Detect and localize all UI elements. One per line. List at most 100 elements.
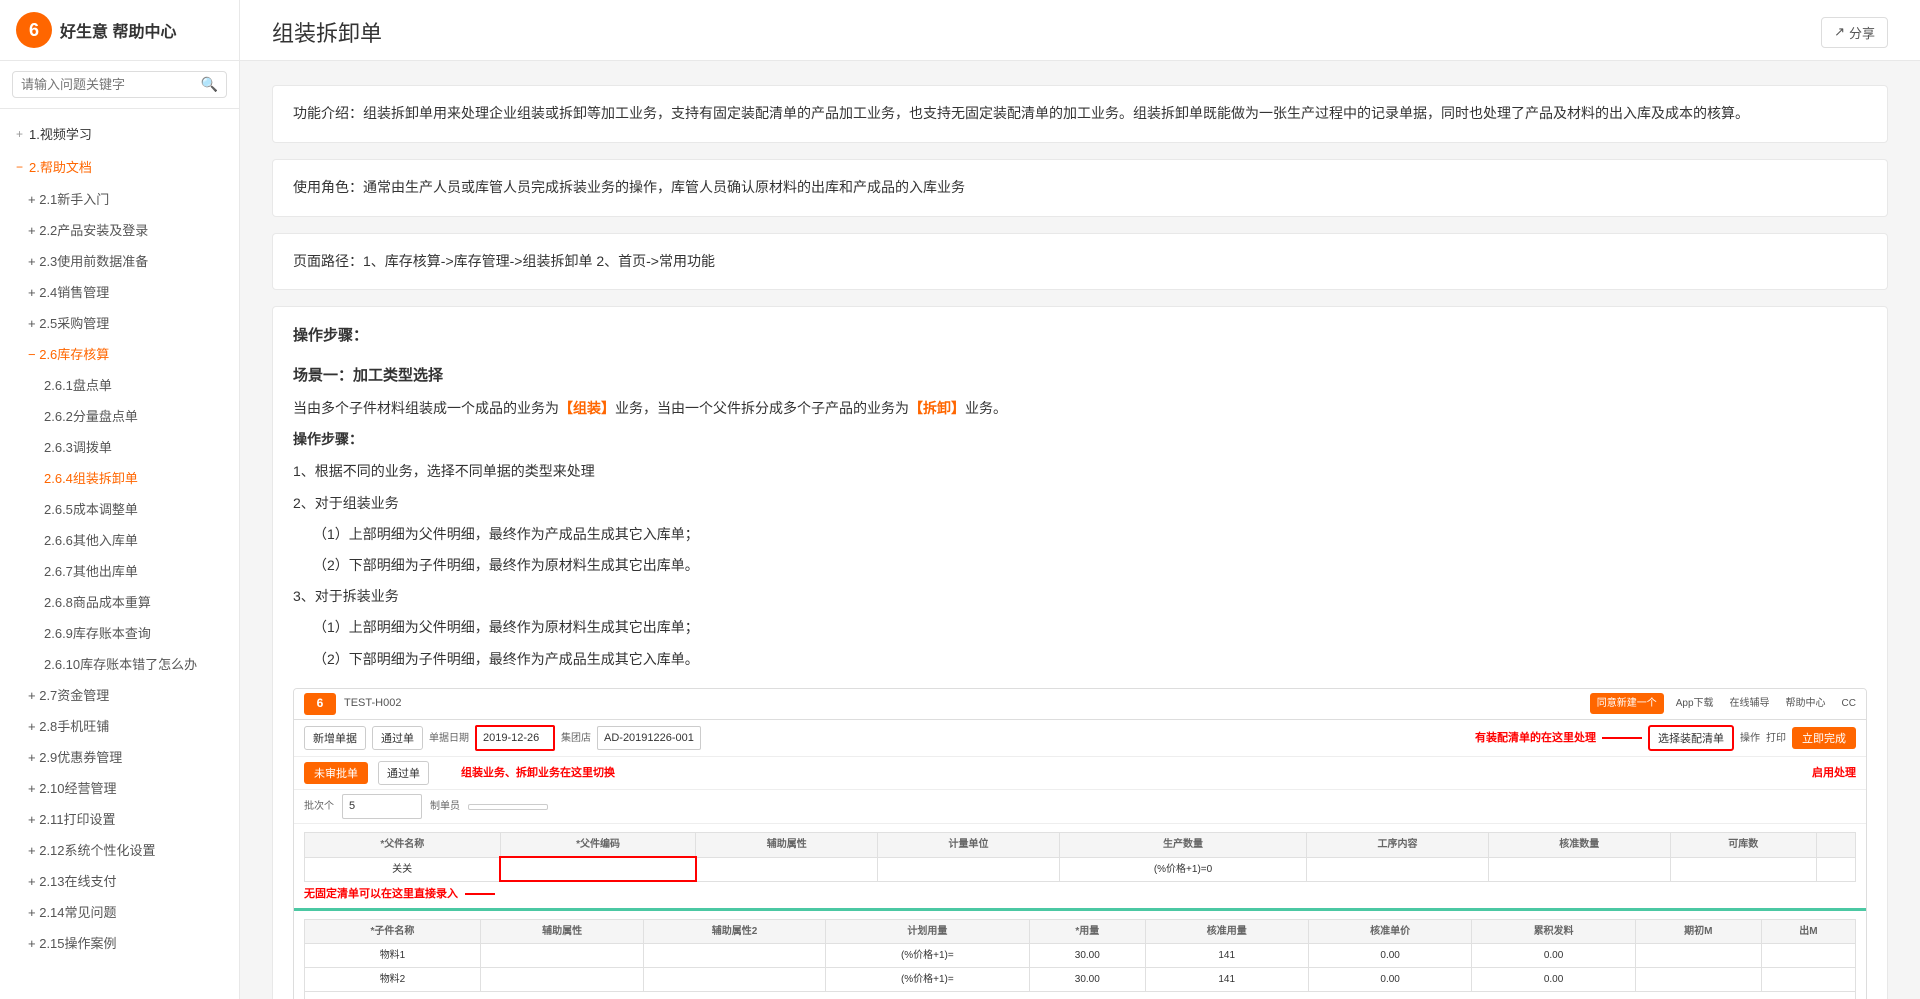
mock-child-table: *子件名称 辅助属性 辅助属性2 计划用量 *用量 核准用量 核准单价 累积发料… bbox=[304, 919, 1856, 999]
mock-online-coach: 在线辅导 bbox=[1730, 695, 1770, 712]
mock-child-cell-0-6: 0.00 bbox=[1308, 943, 1471, 967]
intro-text-3: 页面路径：1、库存核算->库存管理->组装拆卸单 2、首页->常用功能 bbox=[293, 253, 715, 269]
sidebar-item-2-10-prefix: + bbox=[28, 781, 39, 796]
zuzhuang-link: 【组装】 bbox=[559, 400, 615, 416]
intro-block-2: 使用角色：通常由生产人员或库管人员完成拆装业务的操作，库管人员确认原材料的出库和… bbox=[272, 159, 1888, 217]
sidebar-item-2-4[interactable]: + 2.4销售管理 bbox=[28, 276, 239, 307]
sidebar-item-2-6-5[interactable]: 2.6.5成本调整单 bbox=[44, 493, 239, 524]
sidebar-item-1-prefix: + bbox=[16, 127, 23, 141]
sidebar-item-2-6-3[interactable]: 2.6.3调拨单 bbox=[44, 431, 239, 462]
logo-text: 好生意 帮助中心 bbox=[60, 18, 176, 42]
mock-logo: 6 bbox=[304, 693, 336, 715]
mock-child-row-2 bbox=[305, 991, 1856, 999]
mock-child-row-0: 物料1 (%价格+1)= 30.00 141 0.00 0.00 bbox=[305, 943, 1856, 967]
mock-parent-cell-unit bbox=[878, 857, 1060, 881]
search-icon[interactable]: 🔍 bbox=[201, 76, 218, 93]
mock-parent-th-4: 生产数量 bbox=[1059, 833, 1306, 858]
sidebar-item-2-15[interactable]: + 2.15操作案例 bbox=[28, 927, 239, 958]
sidebar-item-2-9[interactable]: + 2.9优惠券管理 bbox=[28, 741, 239, 772]
mock-btn-new-order[interactable]: 同意新建一个 bbox=[1590, 693, 1664, 714]
mock-child-cell-1-4: 30.00 bbox=[1030, 967, 1145, 991]
mock-child-cell-0-0: 物料1 bbox=[305, 943, 481, 967]
sidebar-item-2-6-10[interactable]: 2.6.10库存账本错了怎么办 bbox=[44, 648, 239, 679]
mock-child-cell-0-3: (%价格+1)= bbox=[825, 943, 1029, 967]
sidebar-item-2-13[interactable]: + 2.13在线支付 bbox=[28, 865, 239, 896]
mock-date-label: 单据日期 bbox=[429, 730, 469, 747]
mock-producer-label: 制单员 bbox=[430, 798, 460, 815]
mock-child-th-7: 累积发料 bbox=[1472, 919, 1635, 943]
mock-qty-val[interactable]: 5 bbox=[342, 794, 422, 819]
sidebar-item-2-9-prefix: + bbox=[28, 750, 39, 765]
opsteps-heading: 操作步骤： bbox=[293, 428, 1867, 452]
sidebar-item-1-label: 1.视频学习 bbox=[29, 124, 92, 143]
mock-child-row-1: 物料2 (%价格+1)= 30.00 141 0.00 0.00 bbox=[305, 967, 1856, 991]
sidebar-item-1[interactable]: + 1.视频学习 bbox=[0, 117, 239, 150]
sidebar-item-2-5[interactable]: + 2.5采购管理 bbox=[28, 307, 239, 338]
mock-parent-cell-name: 关关 bbox=[305, 857, 501, 881]
sidebar-item-2-6-9[interactable]: 2.6.9库存账本查询 bbox=[44, 617, 239, 648]
mock-tab-approved[interactable]: 通过单 bbox=[378, 761, 429, 785]
sidebar-item-2-14[interactable]: + 2.14常见问题 bbox=[28, 896, 239, 927]
sidebar-item-2-11[interactable]: + 2.11打印设置 bbox=[28, 803, 239, 834]
mock-child-th-1: 辅助属性 bbox=[480, 919, 643, 943]
sidebar-item-2-12-prefix: + bbox=[28, 843, 39, 858]
mock-save-btn[interactable]: 立即完成 bbox=[1792, 727, 1856, 749]
mock-num-label: 集团店 bbox=[561, 730, 591, 747]
share-button[interactable]: ↗ 分享 bbox=[1821, 17, 1888, 48]
sidebar-item-2-2[interactable]: + 2.2产品安装及登录 bbox=[28, 214, 239, 245]
mock-select-bom[interactable]: 选择装配清单 bbox=[1648, 725, 1734, 751]
sidebar-item-2-5-prefix: + bbox=[28, 316, 39, 331]
intro-block-1: 功能介绍：组装拆卸单用来处理企业组装或拆卸等加工业务，支持有固定装配清单的产品加… bbox=[272, 85, 1888, 143]
mock-parent-th-6: 核准数量 bbox=[1488, 833, 1670, 858]
mock-child-cell-0-8 bbox=[1635, 943, 1761, 967]
sidebar-item-2-6-8[interactable]: 2.6.8商品成本重算 bbox=[44, 586, 239, 617]
intro-text-1: 功能介绍：组装拆卸单用来处理企业组装或拆卸等加工业务，支持有固定装配清单的产品加… bbox=[293, 105, 1749, 121]
annotation-type-switch: 组装业务、拆卸业务在这里切换 bbox=[461, 764, 615, 783]
mock-cc: CC bbox=[1842, 695, 1856, 712]
mock-child-cell-0-9 bbox=[1761, 943, 1855, 967]
mock-help-center: 帮助中心 bbox=[1786, 695, 1826, 712]
ops-heading: 操作步骤： bbox=[293, 323, 1867, 349]
mock-child-cell-0-4: 30.00 bbox=[1030, 943, 1145, 967]
mock-parent-th-0: *父件名称 bbox=[305, 833, 501, 858]
mock-op-label: 操作 bbox=[1740, 730, 1760, 747]
mock-tab-pass[interactable]: 通过单 bbox=[372, 726, 423, 750]
sidebar-item-2-6-4[interactable]: 2.6.4组装拆卸单 bbox=[44, 462, 239, 493]
mock-parent-cell-qty: (%价格+1)=0 bbox=[1059, 857, 1306, 881]
mock-num-val: AD-20191226-001 bbox=[597, 726, 701, 751]
search-input[interactable] bbox=[21, 77, 201, 92]
mock-child-th-3: 计划用量 bbox=[825, 919, 1029, 943]
sidebar-item-2-row[interactable]: − 2.帮助文档 bbox=[0, 150, 239, 183]
main-area: 组装拆卸单 ↗ 分享 功能介绍：组装拆卸单用来处理企业组装或拆卸等加工业务，支持… bbox=[240, 0, 1920, 999]
sidebar-item-2-6-1[interactable]: 2.6.1盘点单 bbox=[44, 369, 239, 400]
sidebar-item-2-2-prefix: + bbox=[28, 223, 39, 238]
sidebar-item-2-prefix: − bbox=[16, 160, 23, 174]
sidebar-item-2-1[interactable]: + 2.1新手入门 bbox=[28, 183, 239, 214]
sidebar-item-2[interactable]: − 2.帮助文档 + 2.1新手入门 + 2.2产品安装及登录 + 2.3使用前… bbox=[0, 150, 239, 958]
sidebar-item-2-3[interactable]: + 2.3使用前数据准备 bbox=[28, 245, 239, 276]
sidebar-item-2-12[interactable]: + 2.12系统个性化设置 bbox=[28, 834, 239, 865]
step-3: 3、对于拆装业务 bbox=[293, 584, 1867, 609]
sidebar-item-2-6[interactable]: − 2.6库存核算 bbox=[28, 338, 239, 369]
mock-child-cell-1-8 bbox=[1635, 967, 1761, 991]
sidebar-item-2-6-2[interactable]: 2.6.2分量盘点单 bbox=[44, 400, 239, 431]
scenario1-heading: 场景一：加工类型选择 bbox=[293, 363, 1867, 389]
sidebar-item-2-6-6[interactable]: 2.6.6其他入库单 bbox=[44, 524, 239, 555]
mock-tab-new[interactable]: 新增单据 bbox=[304, 726, 366, 750]
mock-parent-cell-code bbox=[500, 857, 696, 881]
mock-producer-val[interactable] bbox=[468, 804, 548, 810]
sidebar-item-2-8[interactable]: + 2.8手机旺铺 bbox=[28, 710, 239, 741]
sidebar-item-2-6-7[interactable]: 2.6.7其他出库单 bbox=[44, 555, 239, 586]
sidebar-item-2-label: 2.帮助文档 bbox=[29, 157, 92, 176]
sidebar-item-2-10[interactable]: + 2.10经营管理 bbox=[28, 772, 239, 803]
mock-child-cell-1-7: 0.00 bbox=[1472, 967, 1635, 991]
screenshot-container: 6 TEST-H002 同意新建一个 App下载 在线辅导 帮助中心 CC 新增… bbox=[293, 688, 1867, 999]
search-box[interactable]: 🔍 bbox=[12, 71, 227, 98]
annotation-bom: 有装配清单的在这里处理 bbox=[1475, 729, 1596, 748]
mock-date-val[interactable]: 2019-12-26 bbox=[475, 725, 555, 752]
mock-toolbar-row: 新增单据 通过单 单据日期 2019-12-26 集团店 AD-20191226… bbox=[294, 720, 1866, 758]
mock-tab-unapproved[interactable]: 未审批单 bbox=[304, 762, 368, 784]
sidebar-item-1-row[interactable]: + 1.视频学习 bbox=[0, 117, 239, 150]
sidebar-item-2-7[interactable]: + 2.7资金管理 bbox=[28, 679, 239, 710]
sidebar: 6 好生意 帮助中心 🔍 + 1.视频学习 − 2.帮助文档 + bbox=[0, 0, 240, 999]
